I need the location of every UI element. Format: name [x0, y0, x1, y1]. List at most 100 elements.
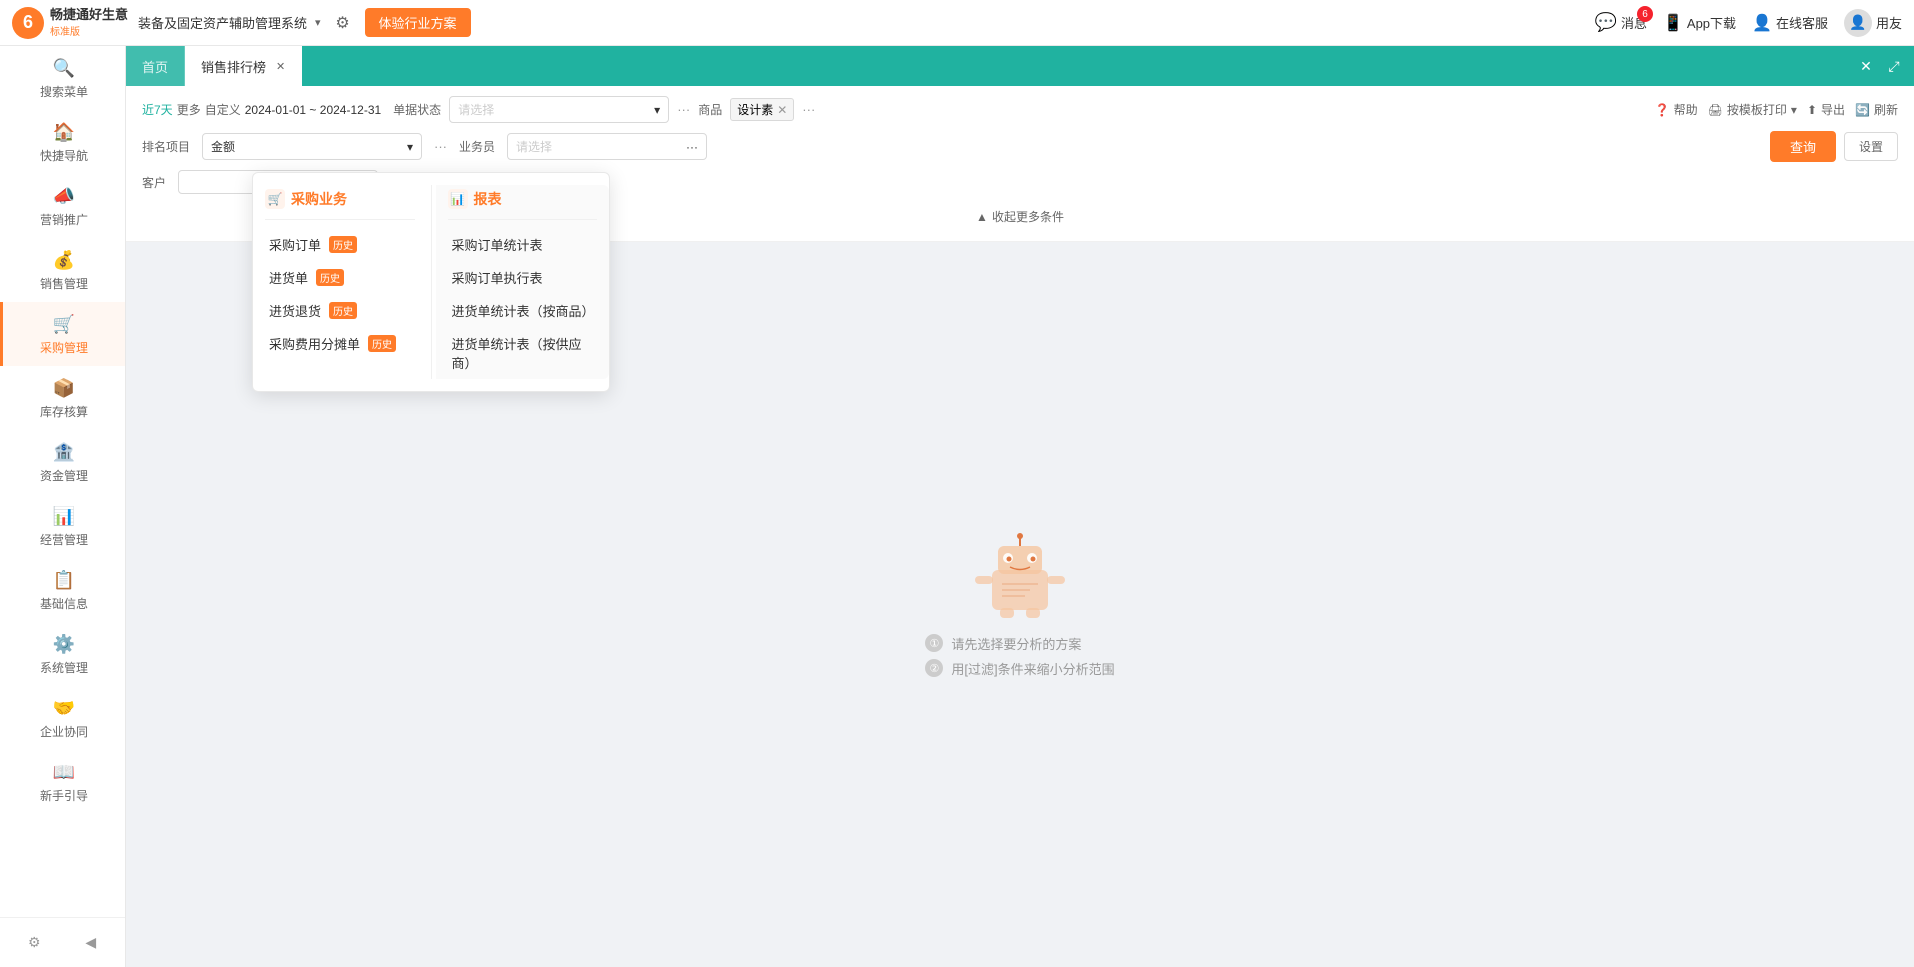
- date-value: 2024-01-01 ~ 2024-12-31: [245, 103, 381, 117]
- product-more[interactable]: ···: [802, 102, 815, 117]
- report-title-icon: 📊: [448, 189, 468, 209]
- message-item[interactable]: 💬 消息 6: [1595, 12, 1647, 33]
- salesman-select[interactable]: 请选择 ···: [507, 133, 707, 160]
- purchase-title-icon: 🛒: [265, 189, 285, 209]
- tab-sales-rank-label: 销售排行榜: [201, 57, 266, 76]
- empty-illustration: [970, 532, 1070, 622]
- sidebar-item-finance[interactable]: 🏦 资金管理: [0, 430, 125, 494]
- history-badge-return: 历史: [329, 302, 357, 319]
- toolbar-second-row: 排名项目 金额 ▾ ··· 业务员 请选择 ··· 查询: [142, 131, 1898, 162]
- tab-home-label: 首页: [142, 57, 168, 76]
- system-dropdown[interactable]: ▾: [315, 16, 321, 29]
- newbie-icon: 📖: [52, 760, 76, 784]
- dropdown-divider: [431, 185, 432, 379]
- home-icon: 🏠: [52, 120, 76, 144]
- header-right: 💬 消息 6 📱 App下载 👤 在线客服 👤 用友: [1595, 9, 1902, 37]
- empty-text: ① 请先选择要分析的方案 ② 用[过滤]条件来缩小分析范围: [925, 634, 1114, 678]
- rank-item-select[interactable]: 金额 ▾: [202, 133, 422, 160]
- tab-close-all[interactable]: ✕: [1854, 54, 1878, 78]
- sidebar-item-stock[interactable]: 📦 库存核算: [0, 366, 125, 430]
- finance-icon: 🏦: [52, 440, 76, 464]
- refresh-icon: 🔄: [1855, 103, 1870, 117]
- dropdown-item-return[interactable]: 进货退货 历史: [265, 294, 415, 327]
- export-action[interactable]: ⬆ 导出: [1807, 101, 1845, 118]
- tab-sales-rank[interactable]: 销售排行榜 ✕: [185, 46, 302, 86]
- help-action[interactable]: ❓ 帮助: [1655, 101, 1698, 118]
- dropdown-purchase-col: 🛒 采购业务 采购订单 历史 进货单 历史 进货退货: [253, 185, 427, 379]
- salesman-label: 业务员: [459, 138, 495, 155]
- sidebar-item-operations[interactable]: 📊 经营管理: [0, 494, 125, 558]
- toolbar-top-row: 近7天 更多 自定义 2024-01-01 ~ 2024-12-31 单据状态 …: [142, 96, 1898, 123]
- sidebar-item-system[interactable]: ⚙️ 系统管理: [0, 622, 125, 686]
- tab-controls: ✕ ⤢: [1846, 46, 1914, 86]
- sidebar-item-basic[interactable]: 📋 基础信息: [0, 558, 125, 622]
- online-service-item[interactable]: 👤 在线客服: [1752, 13, 1828, 33]
- sidebar-item-newbie[interactable]: 📖 新手引导: [0, 750, 125, 814]
- sidebar-bottom: ⚙ ◀: [0, 917, 125, 967]
- tab-restore[interactable]: ⤢: [1882, 54, 1906, 78]
- dropdown-item-receipt-by-product[interactable]: 进货单统计表（按商品）: [448, 294, 598, 327]
- dropdown-item-po[interactable]: 采购订单 历史: [265, 228, 415, 261]
- query-button[interactable]: 查询: [1770, 131, 1836, 162]
- sidebar-item-enterprise[interactable]: 🤝 企业协同: [0, 686, 125, 750]
- user-avatar: 👤: [1844, 9, 1872, 37]
- app-download-item[interactable]: 📱 App下载: [1663, 13, 1736, 33]
- stock-icon: 📦: [52, 376, 76, 400]
- sidebar-item-marketing[interactable]: 📣 营销推广: [0, 174, 125, 238]
- user-item[interactable]: 👤 用友: [1844, 9, 1902, 37]
- print-dropdown-icon[interactable]: ▾: [1791, 103, 1797, 117]
- message-badge: 6: [1637, 6, 1653, 22]
- refresh-action[interactable]: 🔄 刷新: [1855, 101, 1898, 118]
- dropdown-item-po-stat[interactable]: 采购订单统计表: [448, 228, 598, 261]
- search-icon: 🔍: [52, 56, 76, 80]
- top-header: 6 畅捷通好生意 标准版 装备及固定资产辅助管理系统 ▾ ⚙ 体验行业方案 💬 …: [0, 0, 1914, 46]
- marketing-icon: 📣: [52, 184, 76, 208]
- sidebar-item-quick[interactable]: 🏠 快捷导航: [0, 110, 125, 174]
- doc-status-more[interactable]: ···: [677, 102, 690, 117]
- history-badge-expense: 历史: [368, 335, 396, 352]
- dropdown-item-receipt-by-supplier[interactable]: 进货单统计表（按供应商）: [448, 327, 598, 379]
- doc-status-label: 单据状态: [393, 101, 441, 118]
- sidebar-collapse-btn[interactable]: ◀: [67, 928, 116, 957]
- tab-close-icon[interactable]: ✕: [276, 60, 285, 73]
- sidebar-item-sales[interactable]: 💰 销售管理: [0, 238, 125, 302]
- sidebar-item-purchase[interactable]: 🛒 采购管理: [0, 302, 125, 366]
- date-link-custom[interactable]: 自定义: [205, 101, 241, 118]
- set-button[interactable]: 设置: [1844, 132, 1898, 161]
- sidebar-settings-btn[interactable]: ⚙: [10, 928, 59, 957]
- rank-more[interactable]: ···: [434, 139, 447, 154]
- purchase-icon: 🛒: [52, 312, 76, 336]
- export-icon: ⬆: [1807, 103, 1817, 117]
- dropdown-columns: 🛒 采购业务 采购订单 历史 进货单 历史 进货退货: [253, 185, 609, 379]
- empty-num-2: ②: [925, 659, 943, 677]
- operations-icon: 📊: [52, 504, 76, 528]
- enterprise-icon: 🤝: [52, 696, 76, 720]
- customer-label: 客户: [142, 174, 166, 191]
- dropdown-report-col: 📊 报表 采购订单统计表 采购订单执行表 进货单统计表（按商品）: [436, 185, 610, 379]
- layout-wrapper: 🛒 采购业务 采购订单 历史 进货单 历史 进货退货: [126, 86, 1914, 967]
- print-action[interactable]: 🖨 按模板打印 ▾: [1708, 101, 1797, 118]
- empty-tip-1: ① 请先选择要分析的方案: [925, 634, 1081, 653]
- tab-home[interactable]: 首页: [126, 46, 185, 86]
- settings-icon[interactable]: ⚙: [329, 9, 357, 37]
- date-link-more[interactable]: 更多: [177, 101, 201, 118]
- product-tag-close[interactable]: ✕: [777, 103, 787, 117]
- main-layout: 🔍 搜索菜单 🏠 快捷导航 📣 营销推广 💰 销售管理 🛒 采购管理 📦 库存核…: [0, 46, 1914, 967]
- dropdown-item-po-exec[interactable]: 采购订单执行表: [448, 261, 598, 294]
- dropdown-report-title: 📊 报表: [448, 185, 598, 220]
- sidebar-item-search[interactable]: 🔍 搜索菜单: [0, 46, 125, 110]
- system-name: 装备及固定资产辅助管理系统: [138, 13, 307, 32]
- toolbar-right: ❓ 帮助 🖨 按模板打印 ▾ ⬆ 导出: [1655, 101, 1898, 118]
- history-badge-po: 历史: [329, 236, 357, 253]
- dropdown-item-expense[interactable]: 采购费用分摊单 历史: [265, 327, 415, 360]
- logo-text: 畅捷通好生意 标准版: [50, 7, 128, 39]
- dropdown-item-receipt[interactable]: 进货单 历史: [265, 261, 415, 294]
- content-area: 首页 销售排行榜 ✕ ✕ ⤢ 🛒 采购业务: [126, 46, 1914, 967]
- doc-status-select[interactable]: 请选择 ▾: [449, 96, 669, 123]
- date-link-7days[interactable]: 近7天: [142, 101, 173, 118]
- help-icon: ❓: [1655, 103, 1670, 117]
- history-badge-receipt: 历史: [316, 269, 344, 286]
- header-center: 装备及固定资产辅助管理系统 ▾ ⚙ 体验行业方案: [138, 8, 1595, 37]
- trial-button[interactable]: 体验行业方案: [365, 8, 471, 37]
- product-label: 商品: [698, 101, 722, 118]
